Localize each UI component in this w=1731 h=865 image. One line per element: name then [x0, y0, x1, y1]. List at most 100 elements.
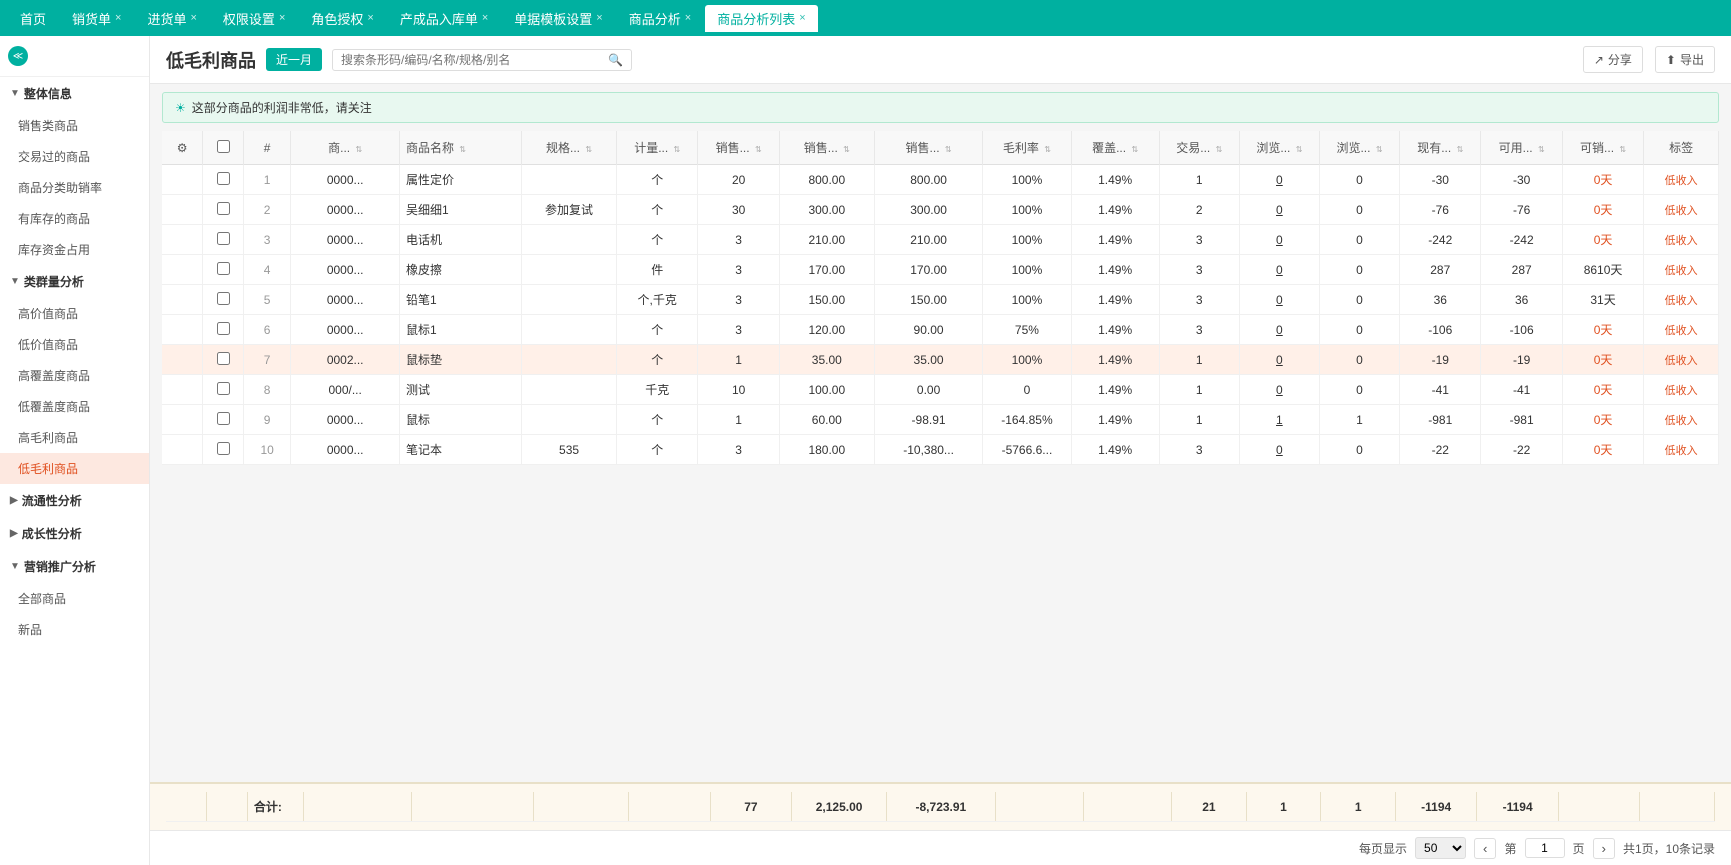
sidebar-group-growth[interactable]: ▶ 成长性分析: [0, 517, 149, 550]
row-view1[interactable]: 0: [1239, 225, 1319, 255]
sidebar-item-all-products[interactable]: 全部商品: [0, 583, 149, 614]
sidebar-item-high-coverage[interactable]: 高覆盖度商品: [0, 360, 149, 391]
row-check[interactable]: [203, 405, 244, 435]
sidebar-item-low-value[interactable]: 低价值商品: [0, 329, 149, 360]
sidebar-item-low-coverage[interactable]: 低覆盖度商品: [0, 391, 149, 422]
row-view1[interactable]: 0: [1239, 375, 1319, 405]
row-view1[interactable]: 1: [1239, 405, 1319, 435]
search-input[interactable]: [341, 53, 608, 67]
row-view1[interactable]: 0: [1239, 315, 1319, 345]
nav-sales-order[interactable]: 销货单 ×: [60, 5, 133, 32]
nav-analysis-close[interactable]: ×: [685, 12, 691, 24]
row-checkbox-0[interactable]: [217, 172, 230, 185]
nav-purchase-close[interactable]: ×: [190, 12, 196, 24]
sidebar-item-high-margin[interactable]: 高毛利商品: [0, 422, 149, 453]
row-checkbox-8[interactable]: [217, 412, 230, 425]
row-check[interactable]: [203, 345, 244, 375]
export-button[interactable]: ⬆ 导出: [1655, 46, 1715, 73]
col-header-sale-count[interactable]: 销售... ⇅: [698, 131, 779, 165]
sidebar-group-marketing[interactable]: ▼ 营销推广分析: [0, 550, 149, 583]
row-checkbox-2[interactable]: [217, 232, 230, 245]
footer-sale-amount: -8,723.91: [887, 792, 996, 822]
sidebar-collapse-button[interactable]: ≪: [8, 46, 28, 66]
sidebar-group-overall[interactable]: ▼ 整体信息: [0, 77, 149, 110]
col-header-sale-price[interactable]: 销售... ⇅: [779, 131, 874, 165]
row-checkbox-7[interactable]: [217, 382, 230, 395]
col-header-margin[interactable]: 毛利率 ⇅: [983, 131, 1071, 165]
sidebar-group-cluster[interactable]: ▼ 类群量分析: [0, 265, 149, 298]
nav-permissions-close[interactable]: ×: [279, 12, 285, 24]
row-checkbox-1[interactable]: [217, 202, 230, 215]
row-view1[interactable]: 0: [1239, 165, 1319, 195]
col-header-check[interactable]: [203, 131, 244, 165]
row-check[interactable]: [203, 195, 244, 225]
row-check[interactable]: [203, 255, 244, 285]
row-check[interactable]: [203, 435, 244, 465]
row-check[interactable]: [203, 315, 244, 345]
col-header-stock1[interactable]: 现有... ⇅: [1400, 131, 1481, 165]
row-tag: 低收入: [1644, 285, 1719, 315]
prev-page-button[interactable]: ‹: [1474, 838, 1496, 859]
nav-template-close[interactable]: ×: [596, 12, 602, 24]
row-name: 橡皮擦: [399, 255, 521, 285]
nav-template[interactable]: 单据模板设置 ×: [502, 5, 614, 32]
row-check[interactable]: [203, 165, 244, 195]
col-header-view2[interactable]: 浏览... ⇅: [1319, 131, 1399, 165]
sidebar-group-liquidity[interactable]: ▶ 流通性分析: [0, 484, 149, 517]
sidebar-item-sales-products[interactable]: 销售类商品: [0, 110, 149, 141]
row-checkbox-3[interactable]: [217, 262, 230, 275]
col-header-view1[interactable]: 浏览... ⇅: [1239, 131, 1319, 165]
col-header-cover[interactable]: 覆盖... ⇅: [1071, 131, 1159, 165]
nav-analysis-list[interactable]: 商品分析列表 ×: [705, 5, 817, 32]
nav-finished-goods[interactable]: 产成品入库单 ×: [388, 5, 500, 32]
row-checkbox-6[interactable]: [217, 352, 230, 365]
sidebar-item-in-stock[interactable]: 有库存的商品: [0, 203, 149, 234]
sidebar-item-category-rate[interactable]: 商品分类助销率: [0, 172, 149, 203]
row-unit: 个: [617, 315, 698, 345]
row-checkbox-5[interactable]: [217, 322, 230, 335]
share-button[interactable]: ↗ 分享: [1583, 46, 1643, 73]
col-header-name[interactable]: 商品名称 ⇅: [399, 131, 521, 165]
row-view1[interactable]: 0: [1239, 435, 1319, 465]
sidebar-item-low-margin[interactable]: 低毛利商品: [0, 453, 149, 484]
page-number-input[interactable]: [1525, 838, 1565, 858]
select-all-checkbox[interactable]: [217, 140, 230, 153]
row-check[interactable]: [203, 375, 244, 405]
nav-purchase-order[interactable]: 进货单 ×: [135, 5, 208, 32]
nav-product-analysis[interactable]: 商品分析 ×: [617, 5, 703, 32]
row-checkbox-9[interactable]: [217, 442, 230, 455]
row-view1[interactable]: 0: [1239, 345, 1319, 375]
nav-roles-label: 角色授权: [311, 9, 363, 28]
search-icon[interactable]: 🔍: [608, 53, 623, 67]
time-filter-button[interactable]: 近一月: [266, 48, 322, 71]
col-header-spec[interactable]: 规格... ⇅: [522, 131, 617, 165]
nav-analysis-list-close[interactable]: ×: [799, 12, 805, 24]
sidebar-item-new-products[interactable]: 新品: [0, 614, 149, 645]
row-check[interactable]: [203, 225, 244, 255]
nav-finished-close[interactable]: ×: [482, 12, 488, 24]
col-header-trade[interactable]: 交易... ⇅: [1159, 131, 1239, 165]
row-tag: 低收入: [1644, 195, 1719, 225]
col-header-stock2[interactable]: 可用... ⇅: [1481, 131, 1562, 165]
row-check[interactable]: [203, 285, 244, 315]
sidebar-item-high-value[interactable]: 高价值商品: [0, 298, 149, 329]
sidebar-item-traded-products[interactable]: 交易过的商品: [0, 141, 149, 172]
row-view1[interactable]: 0: [1239, 195, 1319, 225]
col-header-stock3[interactable]: 可销... ⇅: [1562, 131, 1643, 165]
col-header-sale-amount[interactable]: 销售... ⇅: [874, 131, 983, 165]
col-header-settings[interactable]: ⚙: [162, 131, 203, 165]
row-spec: 535: [522, 435, 617, 465]
sidebar-item-capital[interactable]: 库存资金占用: [0, 234, 149, 265]
nav-roles-close[interactable]: ×: [367, 12, 373, 24]
col-header-code[interactable]: 商... ⇅: [291, 131, 400, 165]
nav-roles[interactable]: 角色授权 ×: [299, 5, 385, 32]
next-page-button[interactable]: ›: [1593, 838, 1615, 859]
page-size-select[interactable]: 50 100 200: [1415, 837, 1466, 859]
nav-sales-close[interactable]: ×: [115, 12, 121, 24]
nav-permissions[interactable]: 权限设置 ×: [211, 5, 297, 32]
row-checkbox-4[interactable]: [217, 292, 230, 305]
row-view1[interactable]: 0: [1239, 255, 1319, 285]
row-view1[interactable]: 0: [1239, 285, 1319, 315]
nav-home[interactable]: 首页: [8, 5, 58, 32]
col-header-unit[interactable]: 计量... ⇅: [617, 131, 698, 165]
